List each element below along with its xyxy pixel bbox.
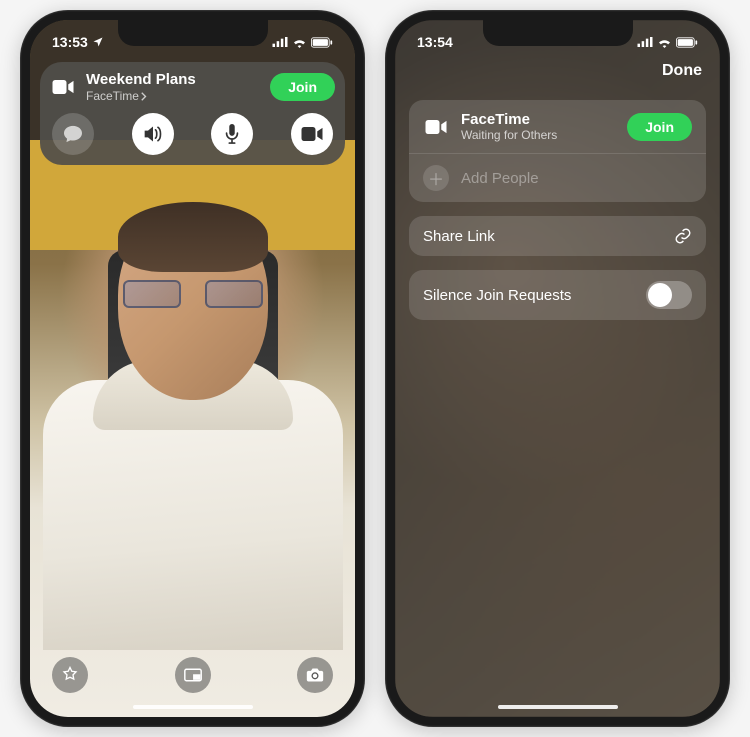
call-banner: Weekend Plans FaceTime Join [40,62,345,165]
chevron-right-icon [141,92,147,101]
battery-icon [311,37,333,48]
silence-toggle[interactable] [646,281,692,309]
wifi-icon [292,37,307,48]
status-time: 13:54 [417,34,453,50]
notch [118,20,268,46]
done-button[interactable]: Done [662,62,702,80]
facetime-title: FaceTime [461,111,615,128]
cellular-icon [637,37,653,47]
messages-button[interactable] [52,113,94,155]
video-icon [423,114,449,140]
join-button[interactable]: Join [270,73,335,101]
pip-button[interactable] [175,657,211,693]
phone-left: 13:53 [20,10,365,727]
notch [483,20,633,46]
home-indicator[interactable] [133,705,253,709]
screen: 13:54 Done [395,20,720,717]
add-people-row[interactable]: ＋ Add People [409,153,706,202]
wifi-icon [657,37,672,48]
mute-button[interactable] [211,113,253,155]
phone-right: 13:54 Done [385,10,730,727]
call-title: Weekend Plans [86,71,260,89]
plus-icon: ＋ [423,165,449,191]
link-icon [674,227,692,245]
share-link-card[interactable]: Share Link [409,216,706,256]
home-indicator[interactable] [498,705,618,709]
facetime-subtitle: Waiting for Others [461,128,615,142]
flip-camera-button[interactable] [297,657,333,693]
cellular-icon [272,37,288,47]
facetime-card: FaceTime Waiting for Others Join ＋ Add P… [409,100,706,202]
call-subtitle[interactable]: FaceTime [86,89,260,103]
share-link-label: Share Link [423,228,662,245]
video-icon [50,74,76,100]
join-button[interactable]: Join [627,113,692,141]
status-time: 13:53 [52,34,88,50]
camera-toggle-button[interactable] [291,113,333,155]
battery-icon [676,37,698,48]
silence-label: Silence Join Requests [423,287,634,304]
silence-card: Silence Join Requests [409,270,706,320]
speaker-button[interactable] [132,113,174,155]
effects-button[interactable] [52,657,88,693]
location-icon [92,36,104,48]
add-people-label: Add People [461,170,692,187]
screen: 13:53 [30,20,355,717]
